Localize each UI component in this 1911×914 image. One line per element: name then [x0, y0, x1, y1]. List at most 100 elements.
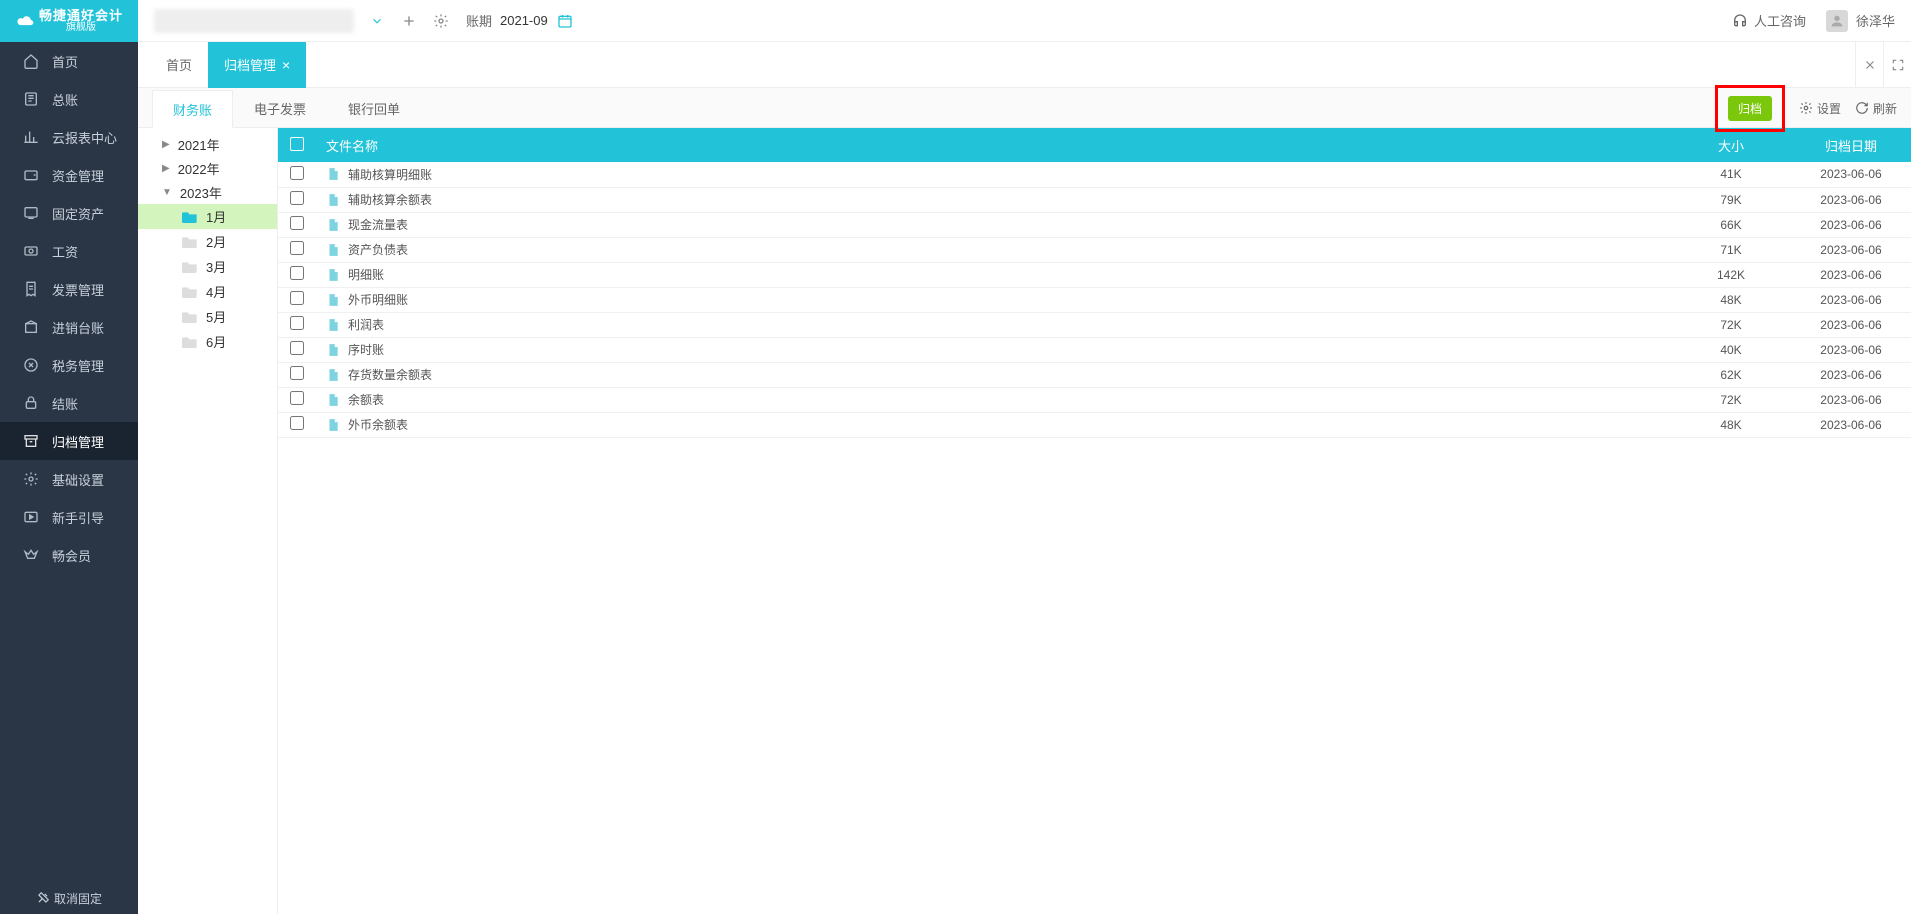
row-checkbox[interactable]: [290, 266, 304, 280]
brand-logo: 畅捷通好会计 旗舰版: [0, 0, 138, 42]
nav-label: 首页: [52, 52, 78, 71]
file-name: 存货数量余额表: [348, 366, 432, 383]
nav-label: 固定资产: [52, 204, 104, 223]
nav-member[interactable]: 畅会员: [0, 536, 138, 574]
row-checkbox[interactable]: [290, 241, 304, 255]
table-row[interactable]: 外币明细账48K2023-06-06: [278, 287, 1911, 312]
tree-month[interactable]: 3月: [138, 254, 277, 279]
support-link[interactable]: 人工咨询: [1732, 11, 1806, 30]
row-checkbox[interactable]: [290, 191, 304, 205]
row-checkbox[interactable]: [290, 316, 304, 330]
folder-icon: [182, 261, 198, 273]
nav-settings[interactable]: 基础设置: [0, 460, 138, 498]
nav-invoice[interactable]: 发票管理: [0, 270, 138, 308]
tree-year-label: 2023年: [180, 183, 222, 202]
nav-label: 云报表中心: [52, 128, 117, 147]
col-filename: 文件名称: [316, 128, 1671, 162]
gear-icon[interactable]: [432, 12, 450, 30]
settings-button[interactable]: 设置: [1799, 100, 1841, 117]
avatar[interactable]: [1826, 10, 1848, 32]
table-row[interactable]: 余额表72K2023-06-06: [278, 387, 1911, 412]
close-icon[interactable]: ×: [282, 57, 290, 73]
tree-month[interactable]: 5月: [138, 304, 277, 329]
table-row[interactable]: 序时账40K2023-06-06: [278, 337, 1911, 362]
tree-year[interactable]: ▶2021年: [138, 132, 277, 156]
nav-guide[interactable]: 新手引导: [0, 498, 138, 536]
nav-salary[interactable]: 工资: [0, 232, 138, 270]
nav-fund[interactable]: 资金管理: [0, 156, 138, 194]
document-icon: [326, 193, 340, 207]
row-checkbox[interactable]: [290, 166, 304, 180]
calendar-icon[interactable]: [556, 12, 574, 30]
file-name: 利润表: [348, 316, 384, 333]
sidebar-unpin[interactable]: 取消固定: [0, 882, 138, 914]
select-all-checkbox[interactable]: [290, 137, 304, 151]
tree-month[interactable]: 6月: [138, 329, 277, 354]
tab-home[interactable]: 首页: [150, 42, 208, 88]
subtab-einvoice[interactable]: 电子发票: [233, 89, 327, 127]
chart-icon: [22, 128, 40, 146]
subtab-finance[interactable]: 财务账: [152, 90, 233, 128]
nav-asset[interactable]: 固定资产: [0, 194, 138, 232]
nav-home[interactable]: 首页: [0, 42, 138, 80]
refresh-button[interactable]: 刷新: [1855, 100, 1897, 117]
table-row[interactable]: 利润表72K2023-06-06: [278, 312, 1911, 337]
file-size: 66K: [1671, 212, 1791, 237]
row-checkbox[interactable]: [290, 341, 304, 355]
subtab-bank[interactable]: 银行回单: [327, 89, 421, 127]
tree-month-label: 1月: [206, 207, 226, 226]
row-checkbox[interactable]: [290, 416, 304, 430]
file-table: 文件名称 大小 归档日期 辅助核算明细账41K2023-06-06辅助核算余额表…: [278, 128, 1911, 914]
archive-button[interactable]: 归档: [1728, 96, 1772, 121]
document-icon: [326, 293, 340, 307]
nav-inventory[interactable]: 进销台账: [0, 308, 138, 346]
file-name: 外币明细账: [348, 291, 408, 308]
nav-label: 新手引导: [52, 508, 104, 527]
table-row[interactable]: 现金流量表66K2023-06-06: [278, 212, 1911, 237]
table-row[interactable]: 外币余额表48K2023-06-06: [278, 412, 1911, 437]
tree-month[interactable]: 1月: [138, 204, 277, 229]
username[interactable]: 徐泽华: [1856, 11, 1895, 30]
folder-icon: [182, 236, 198, 248]
headset-icon: [1732, 13, 1748, 29]
tree-year-label: 2021年: [178, 135, 220, 154]
table-row[interactable]: 辅助核算明细账41K2023-06-06: [278, 162, 1911, 187]
file-name: 外币余额表: [348, 416, 408, 433]
close-all-button[interactable]: [1855, 42, 1883, 88]
archive-icon: [22, 432, 40, 450]
table-row[interactable]: 存货数量余额表62K2023-06-06: [278, 362, 1911, 387]
nav-close[interactable]: 结账: [0, 384, 138, 422]
tree-month[interactable]: 4月: [138, 279, 277, 304]
folder-icon: [182, 211, 198, 223]
plus-icon[interactable]: [400, 12, 418, 30]
home-icon: [22, 52, 40, 70]
fullscreen-button[interactable]: [1883, 42, 1911, 88]
tree-year[interactable]: ▼2023年: [138, 180, 277, 204]
table-row[interactable]: 辅助核算余额表79K2023-06-06: [278, 187, 1911, 212]
tax-icon: [22, 356, 40, 374]
file-date: 2023-06-06: [1791, 187, 1911, 212]
vip-icon: [22, 546, 40, 564]
row-checkbox[interactable]: [290, 391, 304, 405]
file-date: 2023-06-06: [1791, 387, 1911, 412]
tree-month[interactable]: 2月: [138, 229, 277, 254]
company-selector[interactable]: [154, 9, 354, 33]
chevron-down-icon[interactable]: [368, 12, 386, 30]
row-checkbox[interactable]: [290, 291, 304, 305]
nav-archive[interactable]: 归档管理: [0, 422, 138, 460]
tab-archive[interactable]: 归档管理×: [208, 42, 306, 88]
nav-tax[interactable]: 税务管理: [0, 346, 138, 384]
table-row[interactable]: 明细账142K2023-06-06: [278, 262, 1911, 287]
nav-report[interactable]: 云报表中心: [0, 118, 138, 156]
invoice-icon: [22, 280, 40, 298]
row-checkbox[interactable]: [290, 366, 304, 380]
nav-ledger[interactable]: 总账: [0, 80, 138, 118]
file-size: 71K: [1671, 237, 1791, 262]
period-value[interactable]: 2021-09: [500, 13, 548, 28]
file-name: 辅助核算明细账: [348, 166, 432, 183]
table-row[interactable]: 资产负债表71K2023-06-06: [278, 237, 1911, 262]
tree-year[interactable]: ▶2022年: [138, 156, 277, 180]
tree-month-label: 5月: [206, 307, 226, 326]
brand-edition: 旗舰版: [66, 22, 96, 34]
row-checkbox[interactable]: [290, 216, 304, 230]
